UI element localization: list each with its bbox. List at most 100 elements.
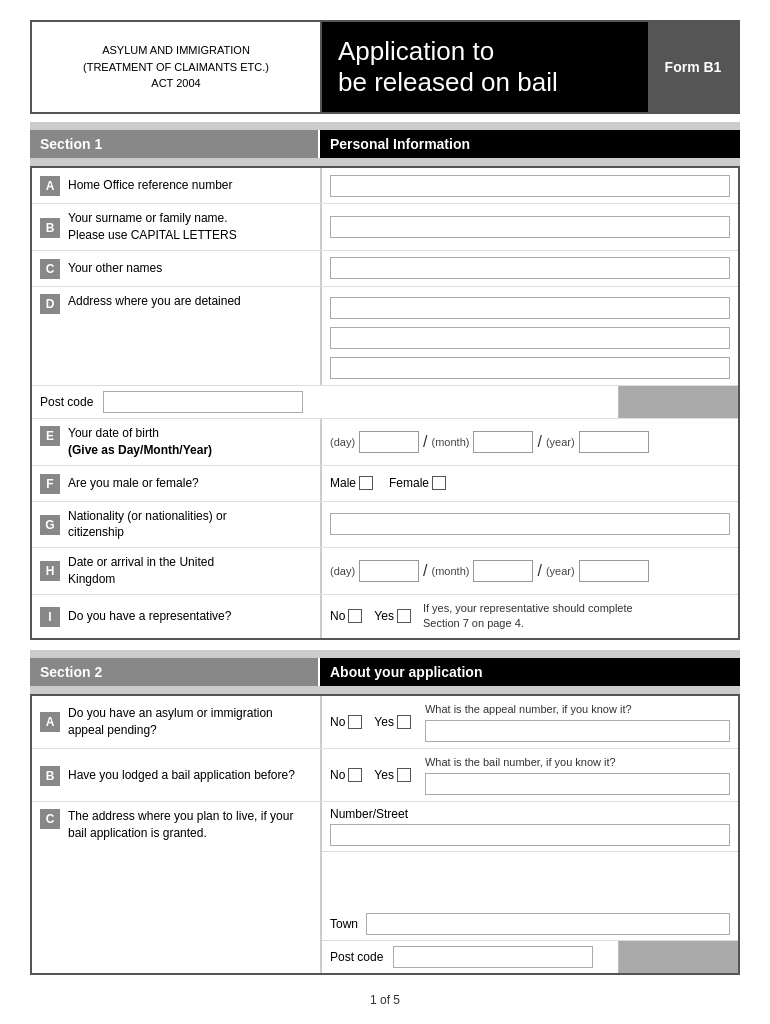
s2-row-b-left: B Have you lodged a bail application bef… <box>32 749 322 801</box>
bail-prev-checkbox-group: No Yes <box>330 768 411 782</box>
row-d-label: Address where you are detained <box>68 293 241 310</box>
section1-title: Personal Information <box>320 130 740 158</box>
postcode-grey-box <box>618 386 738 418</box>
dob-month-input[interactable] <box>473 431 533 453</box>
bail-number-input[interactable] <box>425 773 730 795</box>
row-a-label: Home Office reference number <box>68 177 233 194</box>
row-letter-c: C <box>40 259 60 279</box>
rep-note: If yes, your representative should compl… <box>423 601 663 632</box>
dob-year-input[interactable] <box>579 431 649 453</box>
row-letter-d: D <box>40 294 60 314</box>
section2-label: Section 2 <box>30 658 320 686</box>
section2-form: A Do you have an asylum or immigration a… <box>30 694 740 976</box>
table-row: D Address where you are detained <box>32 287 738 386</box>
row-f-left: F Are you male or female? <box>32 466 322 501</box>
page-footer: 1 of 5 <box>30 993 740 1007</box>
row-h-date-area: (day) / (month) / (year) <box>322 548 738 594</box>
arrival-month-input[interactable] <box>473 560 533 582</box>
rep-no-checkbox[interactable] <box>348 609 362 623</box>
postcode-label: Post code <box>32 386 618 418</box>
row-letter-i: I <box>40 607 60 627</box>
address-input-line2[interactable] <box>330 327 730 349</box>
row-i-label: Do you have a representative? <box>68 608 231 625</box>
s2-postcode-row: Post code <box>322 941 738 973</box>
row-f-gender-area: Male Female <box>322 466 738 501</box>
s2-row-b-right: No Yes What is the bail number, if you k… <box>322 749 738 801</box>
row-d-input-area <box>322 287 738 385</box>
arrival-day-input[interactable] <box>359 560 419 582</box>
s2-row-b-label: Have you lodged a bail application befor… <box>68 767 295 784</box>
appeal-yes-option: Yes <box>374 715 411 729</box>
appeal-sub-label: What is the appeal number, if you know i… <box>425 702 730 717</box>
surname-input[interactable] <box>330 216 730 238</box>
rep-no-option: No <box>330 609 362 623</box>
row-b-left: B Your surname or family name.Please use… <box>32 204 322 250</box>
s2-postcode-input[interactable] <box>393 946 593 968</box>
s2-postcode-label: Post code <box>322 941 618 973</box>
table-row: C Your other names <box>32 251 738 287</box>
dob-date-group: (day) / (month) / (year) <box>330 431 649 453</box>
s2-row-c-left: C The address where you plan to live, if… <box>32 802 322 973</box>
row-c-label: Your other names <box>68 260 162 277</box>
section1-form: A Home Office reference number B Your su… <box>30 166 740 639</box>
row-letter-h: H <box>40 561 60 581</box>
appeal-number-input[interactable] <box>425 720 730 742</box>
appeal-no-option: No <box>330 715 362 729</box>
other-names-input[interactable] <box>330 257 730 279</box>
appeal-checkbox-group: No Yes <box>330 715 411 729</box>
town-label: Town <box>330 917 358 931</box>
s2-row-a-left: A Do you have an asylum or immigration a… <box>32 696 322 748</box>
arrival-date-group: (day) / (month) / (year) <box>330 560 649 582</box>
act-title: ASYLUM AND IMMIGRATION (TREATMENT OF CLA… <box>32 22 322 112</box>
inter-section-spacer <box>30 640 740 650</box>
home-office-ref-input[interactable] <box>330 175 730 197</box>
town-input[interactable] <box>366 913 730 935</box>
s2-row-letter-c: C <box>40 809 60 829</box>
appeal-no-checkbox[interactable] <box>348 715 362 729</box>
postcode-input[interactable] <box>103 391 303 413</box>
form-id: Form B1 <box>648 22 738 112</box>
section2-top-spacer <box>30 650 740 658</box>
row-letter-a: A <box>40 176 60 196</box>
town-row: Town <box>322 908 738 941</box>
section2-header: Section 2 About your application <box>30 658 740 686</box>
form-header: ASYLUM AND IMMIGRATION (TREATMENT OF CLA… <box>30 20 740 114</box>
bail-prev-yes-checkbox[interactable] <box>397 768 411 782</box>
appeal-yes-checkbox[interactable] <box>397 715 411 729</box>
male-checkbox[interactable] <box>359 476 373 490</box>
rep-yes-checkbox[interactable] <box>397 609 411 623</box>
section1-label: Section 1 <box>30 130 320 158</box>
table-row: H Date or arrival in the UnitedKingdom (… <box>32 548 738 595</box>
table-row: F Are you male or female? Male Female <box>32 466 738 502</box>
table-row: I Do you have a representative? No Yes I… <box>32 595 738 638</box>
row-c-left: C Your other names <box>32 251 322 286</box>
bail-sub-label: What is the bail number, if you know it? <box>425 755 730 770</box>
row-e-date-area: (day) / (month) / (year) <box>322 419 738 465</box>
female-checkbox[interactable] <box>432 476 446 490</box>
table-row: C The address where you plan to live, if… <box>32 802 738 973</box>
street-label: Number/Street <box>330 807 408 821</box>
section-spacer <box>30 122 740 130</box>
row-a-input-area <box>322 168 738 203</box>
arrival-year-input[interactable] <box>579 560 649 582</box>
nationality-input[interactable] <box>330 513 730 535</box>
row-e-left: E Your date of birth(Give as Day/Month/Y… <box>32 419 322 465</box>
row-i-rep-area: No Yes If yes, your representative shoul… <box>322 595 738 638</box>
bail-prev-no-checkbox[interactable] <box>348 768 362 782</box>
s2-row-c-label: The address where you plan to live, if y… <box>68 808 312 842</box>
section2-spacer <box>30 686 740 694</box>
row-g-input-area <box>322 502 738 548</box>
table-row: B Your surname or family name.Please use… <box>32 204 738 251</box>
address-input-line1[interactable] <box>330 297 730 319</box>
section2-title: About your application <box>320 658 740 686</box>
dob-day-input[interactable] <box>359 431 419 453</box>
male-option: Male <box>330 476 373 490</box>
row-letter-b: B <box>40 218 60 238</box>
gender-group: Male Female <box>330 476 446 490</box>
street-input[interactable] <box>330 824 730 846</box>
female-option: Female <box>389 476 446 490</box>
address-input-line3[interactable] <box>330 357 730 379</box>
s2-row-a-right: No Yes What is the appeal number, if you… <box>322 696 738 748</box>
row-g-label: Nationality (or nationalities) orcitizen… <box>68 508 227 542</box>
bail-number-area: What is the bail number, if you know it? <box>425 755 730 795</box>
